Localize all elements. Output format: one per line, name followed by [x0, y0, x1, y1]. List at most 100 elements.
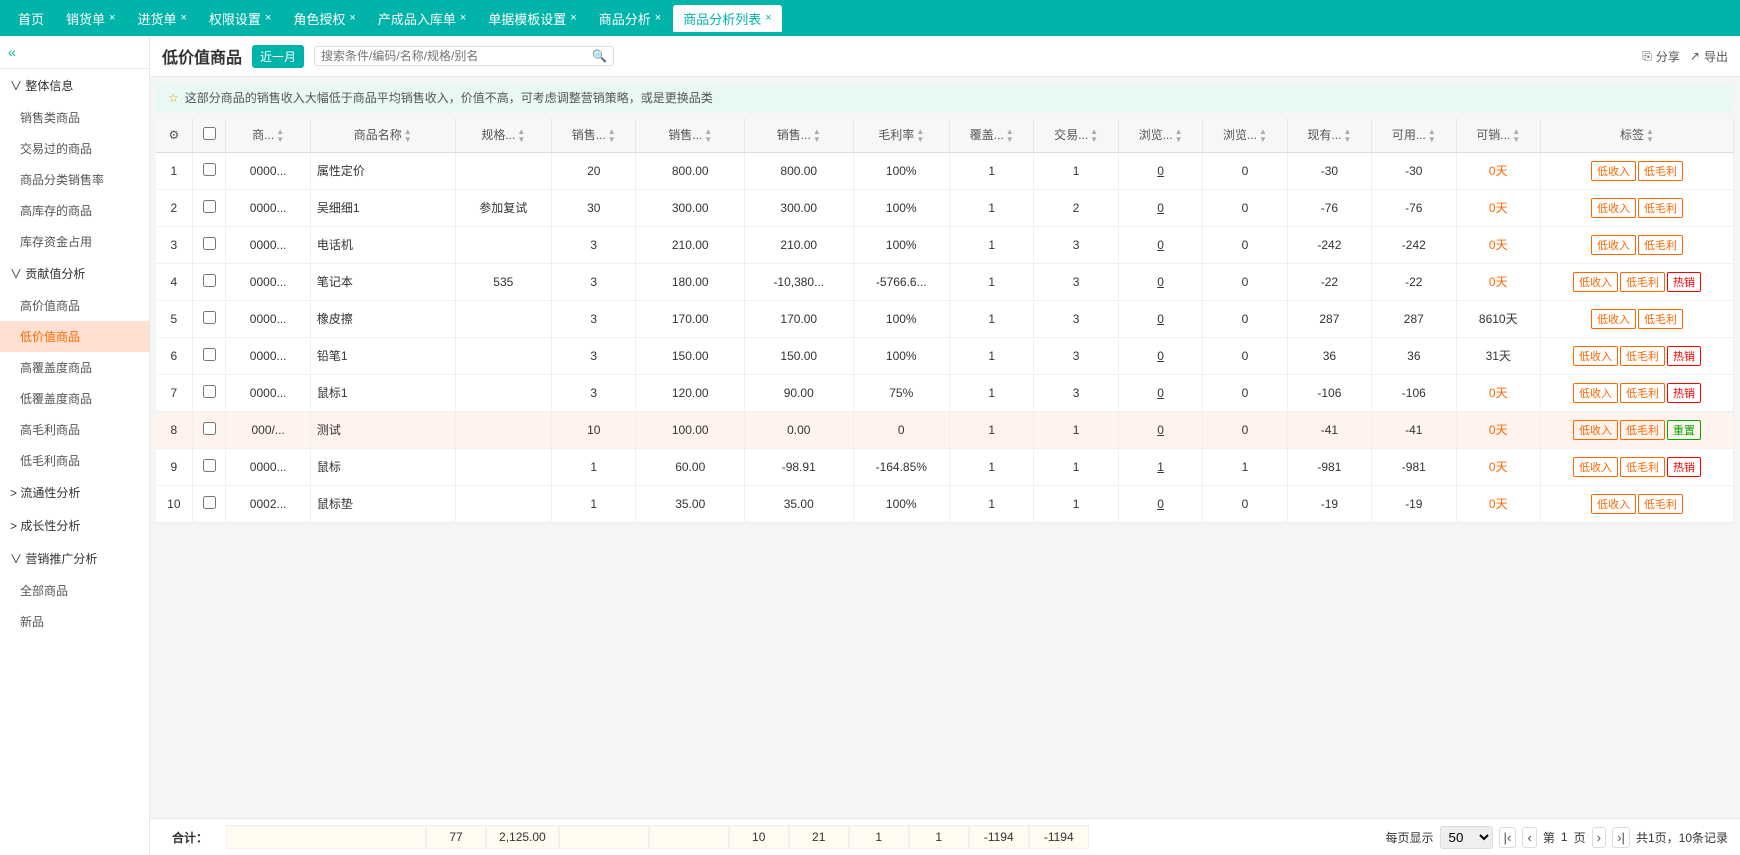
sidebar-item-high-value[interactable]: 高价值商品 [0, 290, 149, 321]
search-icon[interactable]: 🔍 [592, 49, 607, 63]
prev-page-btn[interactable]: ‹ [1522, 827, 1536, 848]
row-select[interactable] [203, 200, 216, 213]
col-coverage: 覆盖...▲▼ [950, 118, 1034, 152]
row-sale1: 210.00 [636, 226, 745, 263]
sidebar-group-growth[interactable]: > 成长性分析 [0, 509, 149, 542]
nav-close-sales[interactable]: × [109, 12, 115, 24]
nav-product-stock[interactable]: 产成品入库单 × [368, 5, 476, 32]
row-checkbox[interactable] [192, 152, 226, 189]
row-checkbox[interactable] [192, 263, 226, 300]
row-select[interactable] [203, 274, 216, 287]
nav-permission[interactable]: 权限设置 × [199, 5, 281, 32]
nav-close-purchase[interactable]: × [180, 12, 186, 24]
nav-template[interactable]: 单据模板设置 × [478, 5, 586, 32]
row-view1[interactable]: 0 [1118, 337, 1202, 374]
notice-bar: ☆ 这部分商品的销售收入大幅低于商品平均销售收入，价值不高，可考虑调整营销策略，… [156, 83, 1734, 112]
row-select[interactable] [203, 311, 216, 324]
sidebar-item-all-products[interactable]: 全部商品 [0, 575, 149, 606]
col-sale-qty: 销售...▲▼ [552, 118, 636, 152]
row-stock: -19 [1287, 485, 1371, 522]
col-settings[interactable]: ⚙ [156, 118, 192, 152]
nav-close-product-stock[interactable]: × [460, 12, 466, 24]
row-margin: 100% [853, 189, 949, 226]
sidebar-item-new-products[interactable]: 新品 [0, 606, 149, 637]
nav-close-product-list[interactable]: × [765, 12, 771, 24]
sidebar: « ∨ 整体信息 销售类商品 交易过的商品 商品分类销售率 高库存的商品 库存资… [0, 36, 150, 855]
sidebar-group-marketing[interactable]: ∨ 营销推广分析 [0, 542, 149, 575]
row-avail: 287 [1372, 300, 1456, 337]
sidebar-item-high-coverage[interactable]: 高覆盖度商品 [0, 352, 149, 383]
row-view1[interactable]: 0 [1118, 300, 1202, 337]
row-checkbox[interactable] [192, 411, 226, 448]
table-row: 5 0000... 橡皮擦 3 170.00 170.00 100% 1 3 0… [156, 300, 1734, 337]
sidebar-item-category-sales[interactable]: 商品分类销售率 [0, 164, 149, 195]
sidebar-item-high-stock[interactable]: 高库存的商品 [0, 195, 149, 226]
row-select[interactable] [203, 163, 216, 176]
row-view1[interactable]: 0 [1118, 485, 1202, 522]
row-tags: 低收入低毛利热销 [1540, 374, 1733, 411]
share-button[interactable]: ⎘ 分享 [1642, 48, 1680, 65]
row-code: 0000... [226, 300, 310, 337]
row-checkbox[interactable] [192, 374, 226, 411]
row-checkbox[interactable] [192, 300, 226, 337]
nav-close-permission[interactable]: × [265, 12, 271, 24]
row-view1[interactable]: 0 [1118, 263, 1202, 300]
export-button[interactable]: ↗ 导出 [1690, 48, 1728, 65]
select-all-checkbox[interactable] [203, 127, 216, 140]
sidebar-item-traded[interactable]: 交易过的商品 [0, 133, 149, 164]
first-page-btn[interactable]: |‹ [1499, 827, 1517, 848]
table-container[interactable]: ⚙ 商...▲▼ 商品名称▲▼ 规格...▲▼ 销售...▲▼ 销售...▲▼ … [150, 118, 1740, 818]
total-avail: -1194 [1029, 825, 1089, 849]
col-checkbox[interactable] [192, 118, 226, 152]
row-select[interactable] [203, 459, 216, 472]
nav-close-product-analysis[interactable]: × [655, 12, 661, 24]
search-input[interactable] [321, 49, 592, 63]
nav-role-auth[interactable]: 角色授权 × [283, 5, 365, 32]
nav-product-list[interactable]: 商品分析列表 × [673, 5, 781, 32]
row-checkbox[interactable] [192, 337, 226, 374]
sidebar-item-low-value[interactable]: 低价值商品 [0, 321, 149, 352]
row-stock: -41 [1287, 411, 1371, 448]
nav-purchase[interactable]: 进货单 × [127, 5, 196, 32]
last-page-btn[interactable]: ›| [1612, 827, 1630, 848]
sidebar-group-overall[interactable]: ∨ 整体信息 [0, 69, 149, 102]
row-checkbox[interactable] [192, 226, 226, 263]
row-select[interactable] [203, 237, 216, 250]
row-code: 0000... [226, 226, 310, 263]
col-tags: 标签▲▼ [1540, 118, 1733, 152]
sidebar-item-stock-capital[interactable]: 库存资金占用 [0, 226, 149, 257]
table-row: 8 000/... 测试 10 100.00 0.00 0 1 1 0 0 -4… [156, 411, 1734, 448]
nav-sales-order[interactable]: 销货单 × [56, 5, 125, 32]
tag: 低收入 [1573, 383, 1618, 403]
sidebar-item-low-coverage[interactable]: 低覆盖度商品 [0, 383, 149, 414]
sidebar-item-sales-products[interactable]: 销售类商品 [0, 102, 149, 133]
page-size-select[interactable]: 50 100 200 [1440, 826, 1493, 849]
row-select[interactable] [203, 496, 216, 509]
row-view1[interactable]: 0 [1118, 152, 1202, 189]
sidebar-item-high-margin[interactable]: 高毛利商品 [0, 414, 149, 445]
row-view1[interactable]: 0 [1118, 189, 1202, 226]
row-select[interactable] [203, 385, 216, 398]
row-sale2: 210.00 [745, 226, 854, 263]
row-select[interactable] [203, 422, 216, 435]
row-view1[interactable]: 0 [1118, 374, 1202, 411]
row-view1[interactable]: 0 [1118, 411, 1202, 448]
sidebar-group-contribution[interactable]: ∨ 贡献值分析 [0, 257, 149, 290]
date-filter-button[interactable]: 近一月 [252, 45, 304, 68]
sidebar-item-low-margin[interactable]: 低毛利商品 [0, 445, 149, 476]
row-checkbox[interactable] [192, 485, 226, 522]
row-select[interactable] [203, 348, 216, 361]
row-spec: 535 [455, 263, 551, 300]
row-view1[interactable]: 1 [1118, 448, 1202, 485]
next-page-btn[interactable]: › [1592, 827, 1606, 848]
nav-close-role[interactable]: × [349, 12, 355, 24]
sidebar-group-circulation[interactable]: > 流通性分析 [0, 476, 149, 509]
row-view1[interactable]: 0 [1118, 226, 1202, 263]
nav-close-template[interactable]: × [570, 12, 576, 24]
row-checkbox[interactable] [192, 189, 226, 226]
nav-product-analysis[interactable]: 商品分析 × [589, 5, 671, 32]
row-checkbox[interactable] [192, 448, 226, 485]
row-view2: 0 [1203, 337, 1287, 374]
sidebar-collapse-btn[interactable]: « [4, 42, 20, 62]
nav-home[interactable]: 首页 [8, 5, 54, 32]
